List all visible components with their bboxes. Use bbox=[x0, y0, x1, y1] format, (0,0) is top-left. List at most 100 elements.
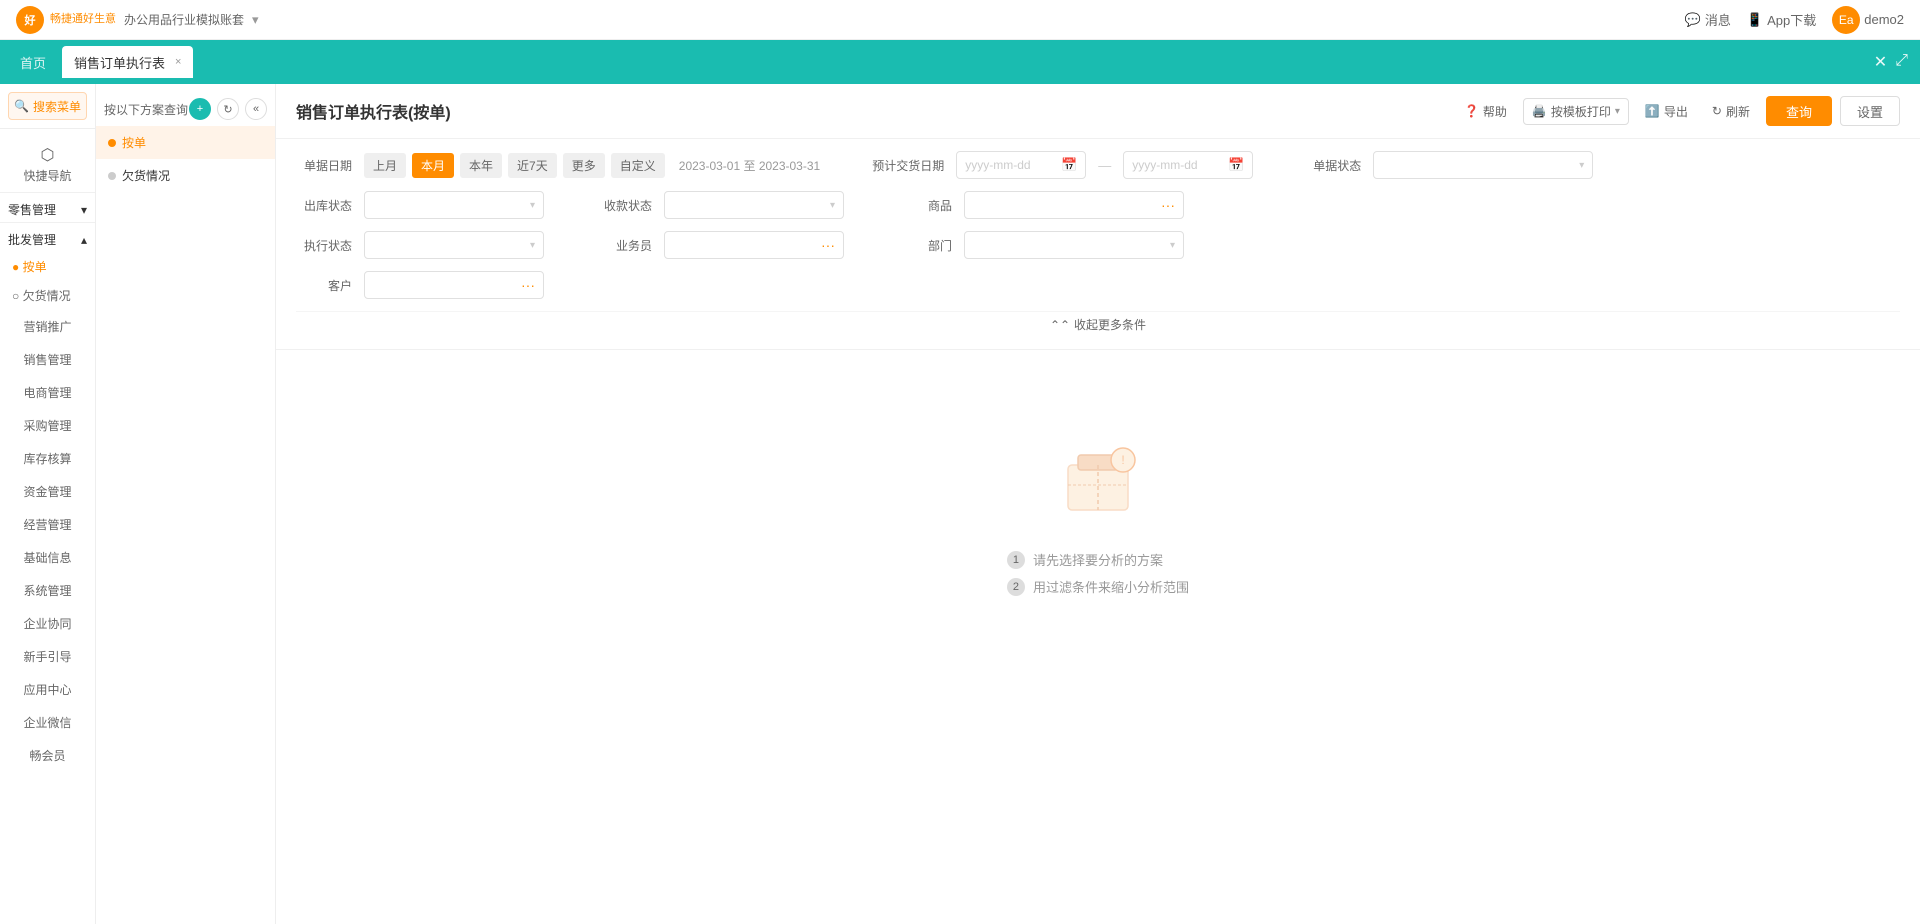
search-menu-btn[interactable]: 🔍 搜索菜单 bbox=[8, 92, 87, 120]
export-btn[interactable]: ⬆️ 导出 bbox=[1637, 99, 1696, 124]
dept-select[interactable]: ▾ bbox=[964, 231, 1184, 259]
collapse-btn[interactable]: ⌃⌃ 收起更多条件 bbox=[1050, 316, 1146, 333]
app-center-label: 应用中心 bbox=[23, 681, 71, 698]
date-btn-this-year[interactable]: 本年 bbox=[460, 153, 502, 178]
page-title: 销售订单执行表(按单) bbox=[296, 99, 451, 123]
nav-title: 办公用品行业模拟账套 bbox=[124, 11, 244, 28]
nav-arrow[interactable]: ▾ bbox=[252, 12, 259, 28]
salesman-dots: ··· bbox=[821, 237, 835, 253]
sidebar-item-wholesale-mgmt[interactable]: 批发管理 ▴ bbox=[0, 223, 95, 252]
dept-label: 部门 bbox=[896, 237, 952, 254]
sidebar-item-app-center[interactable]: 应用中心 bbox=[0, 673, 95, 706]
sidebar-sub-item-press-order[interactable]: ● 按单 bbox=[0, 252, 95, 281]
print-label: 按模板打印 bbox=[1551, 103, 1611, 120]
sidebar-item-basic-info[interactable]: 基础信息 bbox=[0, 541, 95, 574]
inactive-dot bbox=[108, 172, 116, 180]
date-btn-this-month[interactable]: 本月 bbox=[412, 153, 454, 178]
sidebar-item-finance-mgmt[interactable]: 资金管理 bbox=[0, 475, 95, 508]
sidebar-item-quick-nav[interactable]: ⬡ 快捷导航 bbox=[0, 137, 95, 192]
top-header: 好 畅捷通好生意 办公用品行业模拟账套 ▾ 💬 消息 📱 App下载 Ea de… bbox=[0, 0, 1920, 40]
retail-mgmt-label: 零售管理 bbox=[8, 201, 56, 218]
refresh-scheme-btn[interactable]: ↻ bbox=[217, 98, 239, 120]
filter-row-status: 出库状态 ▾ 收款状态 ▾ 商品 ··· bbox=[296, 191, 1900, 219]
user-menu[interactable]: Ea demo2 bbox=[1832, 6, 1904, 34]
status-select[interactable]: ▾ bbox=[1373, 151, 1593, 179]
date-btn-more[interactable]: 更多 bbox=[563, 153, 605, 178]
close-window-btn[interactable]: ✕ bbox=[1874, 52, 1887, 72]
sidebar-item-purchase-mgmt[interactable]: 采购管理 bbox=[0, 409, 95, 442]
active-dot bbox=[108, 139, 116, 147]
customer-dots: ··· bbox=[521, 277, 535, 293]
collapse-panel-btn[interactable]: « bbox=[245, 98, 267, 120]
sidebar-item-enterprise-wechat[interactable]: 企业微信 bbox=[0, 706, 95, 739]
enterprise-collab-label: 企业协同 bbox=[23, 615, 71, 632]
sidebar-search-area: 🔍 搜索菜单 bbox=[0, 84, 95, 129]
customer-select[interactable]: ··· bbox=[364, 271, 544, 299]
date-btn-last-month[interactable]: 上月 bbox=[364, 153, 406, 178]
header-left: 好 畅捷通好生意 办公用品行业模拟账套 ▾ bbox=[16, 6, 259, 34]
out-status-label: 出库状态 bbox=[296, 197, 352, 214]
forecast-date-end[interactable]: yyyy-mm-dd 📅 bbox=[1123, 151, 1253, 179]
sidebar-item-retail-mgmt[interactable]: 零售管理 ▾ bbox=[0, 193, 95, 222]
message-btn[interactable]: 💬 消息 bbox=[1685, 10, 1731, 29]
sidebar-item-operation-mgmt[interactable]: 经营管理 bbox=[0, 508, 95, 541]
date-range-display: 2023-03-01 至 2023-03-31 bbox=[679, 157, 820, 174]
new-guide-label: 新手引导 bbox=[23, 648, 71, 665]
page-actions: ❓ 帮助 🖨️ 按模板打印 ▾ ⬆️ 导出 ↻ bbox=[1456, 96, 1900, 126]
sidebar-item-system-mgmt[interactable]: 系统管理 bbox=[0, 574, 95, 607]
salesman-select[interactable]: ··· bbox=[664, 231, 844, 259]
sidebar-item-vip[interactable]: 畅会员 bbox=[0, 739, 95, 772]
product-select[interactable]: ··· bbox=[964, 191, 1184, 219]
status-label: 单据状态 bbox=[1305, 157, 1361, 174]
add-scheme-btn[interactable]: + bbox=[189, 98, 211, 120]
collapse-arrow-icon: ⌃⌃ bbox=[1050, 318, 1070, 332]
main-layout: 🔍 搜索菜单 ⬡ 快捷导航 零售管理 ▾ 批发管理 ▴ bbox=[0, 84, 1920, 924]
empty-tip-2: 2 用过滤条件来缩小分析范围 bbox=[1007, 577, 1189, 596]
svg-text:!: ! bbox=[1121, 453, 1124, 467]
collapse-label: 收起更多条件 bbox=[1074, 316, 1146, 333]
tab-home[interactable]: 首页 bbox=[8, 46, 58, 78]
collapse-row: ⌃⌃ 收起更多条件 bbox=[296, 311, 1900, 337]
tab-close-btn[interactable]: × bbox=[175, 56, 181, 68]
sidebar-item-enterprise-collab[interactable]: 企业协同 bbox=[0, 607, 95, 640]
forecast-date-start[interactable]: yyyy-mm-dd 📅 bbox=[956, 151, 1086, 179]
exec-status-select[interactable]: ▾ bbox=[364, 231, 544, 259]
exec-status-arrow: ▾ bbox=[530, 240, 535, 251]
scheme-item-arrears[interactable]: 欠货情况 bbox=[96, 159, 275, 192]
logo-text: 畅捷通好生意 bbox=[50, 13, 116, 26]
search-btn[interactable]: 查询 bbox=[1766, 96, 1832, 126]
operation-mgmt-label: 经营管理 bbox=[23, 516, 71, 533]
tip-2-num: 2 bbox=[1007, 578, 1025, 596]
sidebar-item-sales-mgmt[interactable]: 销售管理 bbox=[0, 343, 95, 376]
settings-btn[interactable]: 设置 bbox=[1840, 96, 1900, 126]
basic-info-label: 基础信息 bbox=[23, 549, 71, 566]
help-icon: ❓ bbox=[1464, 104, 1479, 118]
arrears-label: 欠货情况 bbox=[122, 167, 170, 184]
left-panel-title: 按以下方案查询 bbox=[104, 101, 188, 118]
refresh-btn[interactable]: ↻ 刷新 bbox=[1704, 99, 1758, 124]
app-download-btn[interactable]: 📱 App下载 bbox=[1747, 10, 1816, 29]
filter-row-date: 单据日期 上月 本月 本年 近7天 更多 自定义 2023-03-01 至 20… bbox=[296, 151, 1900, 179]
wholesale-mgmt-label: 批发管理 bbox=[8, 231, 56, 248]
forecast-date-label: 预计交货日期 bbox=[872, 157, 944, 174]
system-mgmt-label: 系统管理 bbox=[23, 582, 71, 599]
avatar: Ea bbox=[1832, 6, 1860, 34]
help-btn[interactable]: ❓ 帮助 bbox=[1456, 99, 1515, 124]
date-btn-custom[interactable]: 自定义 bbox=[611, 153, 665, 178]
date-btn-7days[interactable]: 近7天 bbox=[508, 153, 557, 178]
scheme-item-press-order[interactable]: 按单 bbox=[96, 126, 275, 159]
tab-sales-exec[interactable]: 销售订单执行表 × bbox=[62, 46, 193, 78]
sidebar-item-ecom-mgmt[interactable]: 电商管理 bbox=[0, 376, 95, 409]
expand-window-btn[interactable]: ⤢ bbox=[1895, 52, 1908, 72]
print-btn[interactable]: 🖨️ 按模板打印 ▾ bbox=[1523, 98, 1629, 125]
sidebar-item-marketing[interactable]: 营销推广 bbox=[0, 310, 95, 343]
page-wrapper: 按以下方案查询 + ↻ « 按单 欠货情况 bbox=[96, 84, 1920, 924]
press-order-dot: ● bbox=[12, 260, 19, 274]
tab-home-label: 首页 bbox=[20, 53, 46, 72]
payment-status-select[interactable]: ▾ bbox=[664, 191, 844, 219]
out-status-select[interactable]: ▾ bbox=[364, 191, 544, 219]
tip-2-text: 用过滤条件来缩小分析范围 bbox=[1033, 577, 1189, 596]
sidebar-item-new-guide[interactable]: 新手引导 bbox=[0, 640, 95, 673]
sidebar-sub-item-arrears[interactable]: ○ 欠货情况 bbox=[0, 281, 95, 310]
sidebar-item-inventory[interactable]: 库存核算 bbox=[0, 442, 95, 475]
